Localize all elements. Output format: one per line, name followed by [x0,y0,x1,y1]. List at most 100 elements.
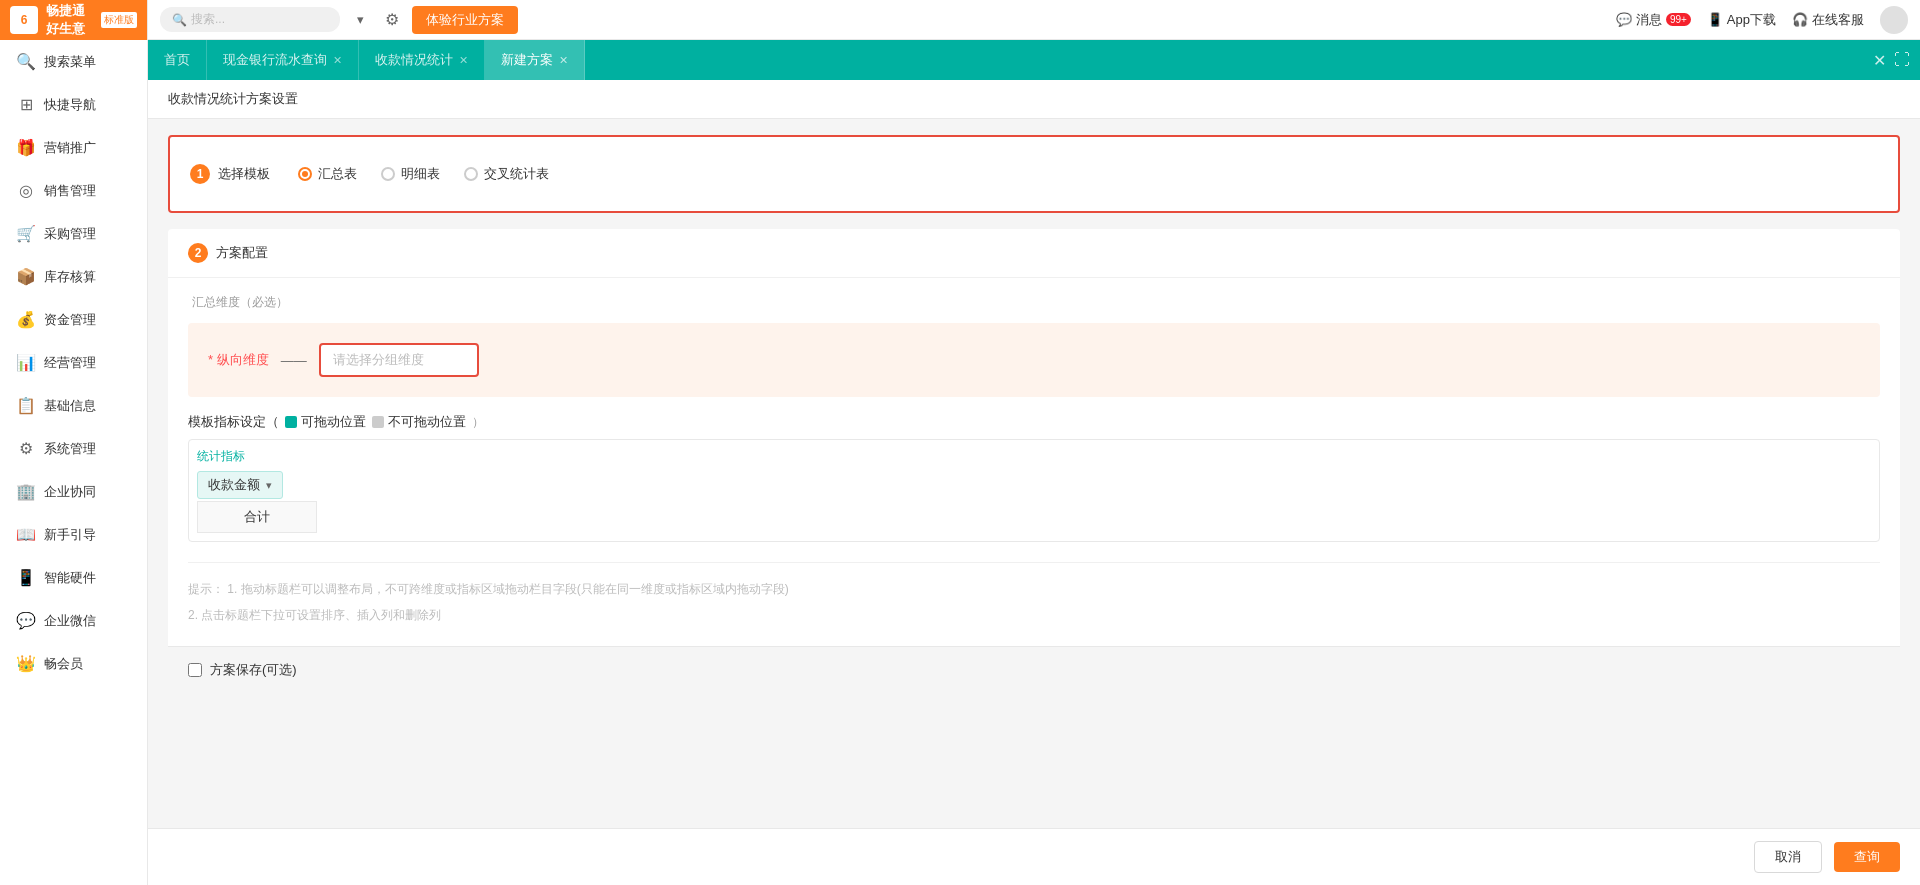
step1-number: 1 [190,164,210,184]
crown-icon: 👑 [16,654,36,673]
main-area: 🔍 搜索... ▾ ⚙ 体验行业方案 💬 消息 99+ 📱 App下载 🎧 在线… [148,0,1920,885]
sidebar: 6 畅捷通好生意 标准版 🔍 搜索菜单 ⊞ 快捷导航 🎁 营销推广 ◎ 销售管理… [0,0,148,885]
radio-cross-circle [464,167,478,181]
tab-new[interactable]: 新建方案 ✕ [485,40,585,80]
tab-close-window-icon[interactable]: ✕ [1871,49,1888,72]
tab-stats[interactable]: 收款情况统计 ✕ [359,40,485,80]
box-icon: 📦 [16,267,36,286]
stats-label: 统计指标 [197,448,1871,465]
app-logo-icon: 6 [10,6,38,34]
building-icon: 🏢 [16,482,36,501]
gift-icon: 🎁 [16,138,36,157]
sidebar-item-label: 新手引导 [44,526,96,544]
sidebar-item-operation[interactable]: 📊 经营管理 [0,341,147,384]
cancel-button[interactable]: 取消 [1754,841,1822,873]
draggable-label: 可拖动位置 [301,413,366,431]
sidebar-nav: 🔍 搜索菜单 ⊞ 快捷导航 🎁 营销推广 ◎ 销售管理 🛒 采购管理 📦 库存核… [0,40,147,885]
online-service-button[interactable]: 🎧 在线客服 [1792,11,1864,29]
indicator-tag-amount-label: 收款金额 [208,476,260,494]
tab-new-close-icon[interactable]: ✕ [559,54,568,67]
topbar-right: 💬 消息 99+ 📱 App下载 🎧 在线客服 [1616,6,1908,34]
sidebar-item-system[interactable]: ⚙ 系统管理 [0,427,147,470]
page-body: 1 选择模板 汇总表 明细表 交叉统计表 [148,119,1920,709]
radio-cross[interactable]: 交叉统计表 [464,165,549,183]
sidebar-item-hardware[interactable]: 📱 智能硬件 [0,556,147,599]
sidebar-item-label: 企业微信 [44,612,96,630]
messages-button[interactable]: 💬 消息 99+ [1616,11,1691,29]
tab-bank[interactable]: 现金银行流水查询 ✕ [207,40,359,80]
sidebar-item-label: 系统管理 [44,440,96,458]
sidebar-item-label: 智能硬件 [44,569,96,587]
indicator-label: 模板指标设定（ 可拖动位置 不可拖动位置 ） [188,413,1880,431]
settings-gear-icon[interactable]: ⚙ [380,8,404,32]
app-name: 畅捷通好生意 [46,2,93,38]
indicator-dropdown-icon[interactable]: ▾ [266,479,272,492]
sidebar-item-label: 采购管理 [44,225,96,243]
sidebar-item-label: 企业协同 [44,483,96,501]
tab-stats-label: 收款情况统计 [375,51,453,69]
book-icon: 📖 [16,525,36,544]
user-avatar[interactable] [1880,6,1908,34]
message-icon: 💬 [1616,12,1632,27]
sidebar-item-basic[interactable]: 📋 基础信息 [0,384,147,427]
tab-expand-icon[interactable]: ⛶ [1892,49,1912,71]
tab-stats-close-icon[interactable]: ✕ [459,54,468,67]
radio-cross-label: 交叉统计表 [484,165,549,183]
sidebar-item-enterprise[interactable]: 🏢 企业协同 [0,470,147,513]
step1-title: 选择模板 [218,165,270,183]
tab-bank-close-icon[interactable]: ✕ [333,54,342,67]
sidebar-item-label: 营销推广 [44,139,96,157]
save-checkbox[interactable] [188,663,202,677]
arrow-icon: —— [281,353,307,368]
tab-home[interactable]: 首页 [148,40,207,80]
sidebar-item-member[interactable]: 👑 畅会员 [0,642,147,685]
radio-summary[interactable]: 汇总表 [298,165,357,183]
app-download-label: App下载 [1727,11,1776,29]
sidebar-item-search[interactable]: 🔍 搜索菜单 [0,40,147,83]
sidebar-item-label: 库存核算 [44,268,96,286]
radio-detail-label: 明细表 [401,165,440,183]
draggable-icon [285,416,297,428]
sidebar-item-sales[interactable]: ◎ 销售管理 [0,169,147,212]
indicator-tag-area: 统计指标 收款金额 ▾ 合计 [188,439,1880,542]
sidebar-item-inventory[interactable]: 📦 库存核算 [0,255,147,298]
save-section: 方案保存(可选) [168,646,1900,693]
query-button[interactable]: 查询 [1834,842,1900,872]
gear-icon: ⚙ [16,439,36,458]
sidebar-item-purchase[interactable]: 🛒 采购管理 [0,212,147,255]
tab-new-label: 新建方案 [501,51,553,69]
phone-icon: 📱 [16,568,36,587]
step2-section: 2 方案配置 汇总维度（必选） * 纵向维度 —— 请选择分组 [168,229,1900,693]
dimension-select-placeholder: 请选择分组维度 [333,351,424,369]
tip-1: 提示： 1. 拖动标题栏可以调整布局，不可跨维度或指标区域拖动栏目字段(只能在同… [188,579,1880,601]
cart-icon: 🛒 [16,224,36,243]
sidebar-item-label: 快捷导航 [44,96,96,114]
search-icon: 🔍 [172,13,187,27]
sidebar-item-wechat[interactable]: 💬 企业微信 [0,599,147,642]
content-area: 收款情况统计方案设置 1 选择模板 汇总表 明细表 [148,80,1920,828]
sidebar-item-marketing[interactable]: 🎁 营销推广 [0,126,147,169]
sidebar-item-label: 经营管理 [44,354,96,372]
not-draggable-icon [372,416,384,428]
sidebar-item-finance[interactable]: 💰 资金管理 [0,298,147,341]
sidebar-item-quick-nav[interactable]: ⊞ 快捷导航 [0,83,147,126]
step2-number: 2 [188,243,208,263]
dimension-zone: * 纵向维度 —— 请选择分组维度 [188,323,1880,397]
sidebar-item-label: 资金管理 [44,311,96,329]
download-icon: 📱 [1707,12,1723,27]
topbar-search[interactable]: 🔍 搜索... [160,7,340,32]
radio-detail[interactable]: 明细表 [381,165,440,183]
sidebar-item-guide[interactable]: 📖 新手引导 [0,513,147,556]
indicator-tag-amount[interactable]: 收款金额 ▾ [197,471,283,499]
step2-title: 方案配置 [216,244,268,262]
industry-solution-button[interactable]: 体验行业方案 [412,6,518,34]
search-dropdown-button[interactable]: ▾ [348,8,372,32]
sidebar-item-label: 基础信息 [44,397,96,415]
app-download-button[interactable]: 📱 App下载 [1707,11,1776,29]
messages-badge: 99+ [1666,13,1691,26]
radio-summary-label: 汇总表 [318,165,357,183]
page-header: 收款情况统计方案设置 [148,80,1920,119]
save-label: 方案保存(可选) [210,661,297,679]
dimension-select-box[interactable]: 请选择分组维度 [319,343,479,377]
step1-box: 1 选择模板 汇总表 明细表 交叉统计表 [168,135,1900,213]
